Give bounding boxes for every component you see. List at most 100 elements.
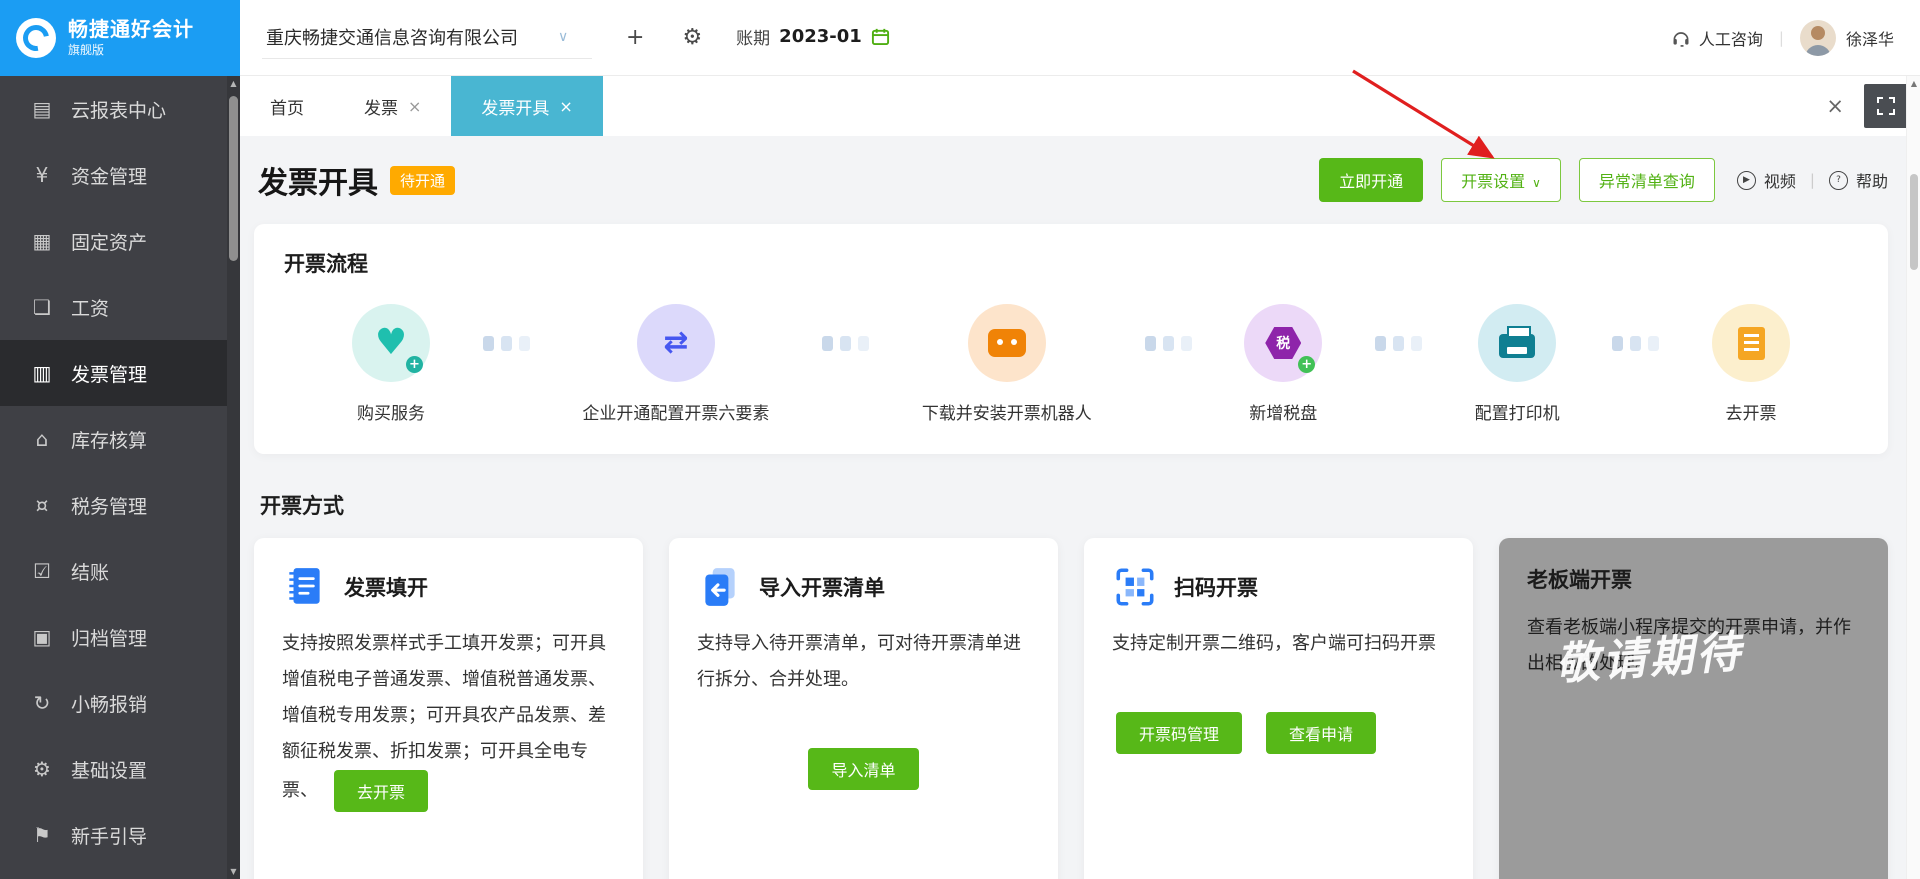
company-name: 重庆畅捷交通信息咨询有限公司 bbox=[266, 28, 518, 49]
add-account-set-button[interactable]: + bbox=[622, 23, 648, 52]
sidebar-item-payroll[interactable]: ❏ 工资 bbox=[0, 274, 240, 340]
calendar-icon bbox=[871, 28, 889, 46]
headset-icon bbox=[1673, 31, 1689, 47]
flow-step-configure-elements[interactable]: ⇄ 企业开通配置开票六要素 bbox=[582, 304, 769, 424]
card-desc: 查看老板端小程序提交的开票申请，并作出相应的处理。 bbox=[1527, 617, 1851, 674]
toolbar-divider: | bbox=[1809, 171, 1815, 189]
activate-now-button[interactable]: 立即开通 bbox=[1319, 158, 1424, 202]
accounting-period-selector[interactable]: 账期 2023-01 bbox=[736, 24, 890, 51]
building-icon: ▦ bbox=[32, 229, 52, 253]
method-card-invoice-fill: 发票填开 支持按照发票样式手工填开发票；可开具增值税电子普通发票、增值税普通发票… bbox=[254, 538, 643, 879]
user-menu[interactable]: 徐泽华 bbox=[1799, 19, 1894, 56]
sidebar: ▤ 云报表中心 ¥ 资金管理 ▦ 固定资产 ❏ 工资 ▥ 发票管理 ⌂ 库存核算 ¤ 税务管理… bbox=[0, 76, 240, 879]
status-badge: 待开通 bbox=[390, 165, 456, 195]
user-name: 徐泽华 bbox=[1845, 29, 1894, 49]
scroll-down-icon[interactable]: ▼ bbox=[227, 867, 240, 876]
sidebar-item-closing[interactable]: ☑ 结账 bbox=[0, 538, 240, 604]
flow-title: 开票流程 bbox=[284, 252, 368, 276]
view-requests-button[interactable]: 查看申请 bbox=[1266, 712, 1377, 754]
gear-icon: ⚙ bbox=[33, 757, 51, 781]
company-selector[interactable]: 重庆畅捷交通信息咨询有限公司 ∨ bbox=[262, 16, 592, 59]
sidebar-item-inventory[interactable]: ⌂ 库存核算 bbox=[0, 406, 240, 472]
qr-code-manage-button[interactable]: 开票码管理 bbox=[1116, 712, 1243, 754]
invoice-icon: ▥ bbox=[32, 361, 52, 385]
flow-step-configure-printer[interactable]: 配置打印机 bbox=[1475, 304, 1560, 424]
period-value: 2023-01 bbox=[779, 26, 862, 47]
main-scrollbar-thumb[interactable] bbox=[1910, 174, 1918, 270]
flow-step-install-robot[interactable]: 下载并安装开票机器人 bbox=[922, 304, 1092, 424]
main-scrollbar[interactable]: ▲ bbox=[1906, 76, 1920, 879]
printer-icon bbox=[1478, 304, 1557, 382]
invoice-fill-icon bbox=[289, 568, 320, 604]
card-desc: 支持定制开票二维码，客户端可扫码开票 bbox=[1112, 633, 1436, 654]
page-content: 发票开具 待开通 立即开通 开票设置 ∨ 异常清单查询 ▶ 视频 | ? 帮助 开票流… bbox=[240, 136, 1920, 879]
sidebar-item-cloud-reports[interactable]: ▤ 云报表中心 bbox=[0, 76, 240, 142]
methods-title: 开票方式 bbox=[260, 494, 344, 518]
sidebar-item-beginner-guide[interactable]: ⚑ 新手引导 bbox=[0, 802, 240, 868]
scroll-up-icon[interactable]: ▲ bbox=[1907, 79, 1920, 88]
avatar bbox=[1799, 19, 1836, 56]
sidebar-item-archive[interactable]: ▣ 归档管理 bbox=[0, 604, 240, 670]
transfer-icon: ⇄ bbox=[636, 304, 715, 382]
video-link[interactable]: ▶ 视频 bbox=[1736, 168, 1796, 192]
sidebar-item-reimbursement[interactable]: ↻ 小畅报销 bbox=[0, 670, 240, 736]
tab-invoice-issuance[interactable]: 发票开具 × bbox=[451, 76, 603, 136]
page-title: 发票开具 bbox=[258, 166, 378, 201]
invoicing-flow-card: 开票流程 ♥ + 购买服务 ⇄ 企业开通配置开票六要素 下载并安装开票机器人 税… bbox=[254, 224, 1888, 454]
money-icon: ¥ bbox=[35, 163, 49, 187]
abnormal-list-button[interactable]: 异常清单查询 bbox=[1578, 158, 1715, 202]
close-all-icon[interactable]: × bbox=[1826, 94, 1844, 118]
tab-home[interactable]: 首页 bbox=[240, 76, 334, 136]
refresh-icon: ↻ bbox=[33, 691, 51, 715]
brand-edition: 旗舰版 bbox=[68, 43, 105, 58]
flow-connector bbox=[1092, 336, 1244, 351]
close-icon[interactable]: × bbox=[559, 97, 572, 116]
invoice-settings-button[interactable]: 开票设置 ∨ bbox=[1441, 158, 1561, 202]
close-icon[interactable]: × bbox=[408, 97, 421, 116]
gear-icon[interactable]: ⚙ bbox=[678, 23, 706, 52]
flow-step-add-tax-disk[interactable]: 税 + 新增税盘 bbox=[1244, 304, 1323, 424]
method-card-qr-invoice: 扫码开票 支持定制开票二维码，客户端可扫码开票 开票码管理 查看申请 bbox=[1084, 538, 1473, 879]
warehouse-icon: ⌂ bbox=[35, 427, 49, 451]
sidebar-scrollbar[interactable]: ▲ ▼ bbox=[227, 76, 240, 879]
import-list-icon bbox=[705, 568, 735, 606]
sidebar-item-fixed-assets[interactable]: ▦ 固定资产 bbox=[0, 208, 240, 274]
archive-icon: ▣ bbox=[32, 625, 52, 649]
qr-scan-icon bbox=[1116, 568, 1154, 606]
sidebar-item-tax[interactable]: ¤ 税务管理 bbox=[0, 472, 240, 538]
support-link[interactable]: 人工咨询 bbox=[1671, 26, 1763, 50]
flow-connector bbox=[769, 336, 921, 351]
chevron-down-icon: ∨ bbox=[558, 29, 569, 45]
receipt-icon bbox=[1712, 304, 1791, 382]
flow-connector bbox=[430, 336, 582, 351]
sidebar-scrollbar-thumb[interactable] bbox=[229, 96, 238, 261]
header-divider: | bbox=[1778, 28, 1784, 47]
tab-bar: 首页 发票 × 发票开具 × × bbox=[240, 76, 1920, 136]
tax-hexagon-icon: 税 + bbox=[1244, 304, 1323, 382]
help-link[interactable]: ? 帮助 bbox=[1828, 168, 1888, 192]
question-icon: ? bbox=[1828, 170, 1848, 190]
coin-icon: ¤ bbox=[35, 493, 49, 517]
support-label: 人工咨询 bbox=[1698, 29, 1763, 49]
brand-logo[interactable]: 畅捷通好会计 旗舰版 bbox=[0, 0, 240, 76]
flow-connector bbox=[1322, 336, 1474, 351]
method-card-import-list: 导入开票清单 支持导入待开票清单，可对待开票清单进行拆分、合并处理。 导入清单 bbox=[669, 538, 1058, 879]
flow-step-buy-service[interactable]: ♥ + 购买服务 bbox=[352, 304, 430, 424]
sidebar-item-invite-users[interactable]: ♦邀请用户 bbox=[0, 868, 240, 879]
sidebar-item-funds[interactable]: ¥ 资金管理 bbox=[0, 142, 240, 208]
chevron-down-icon: ∨ bbox=[1532, 176, 1541, 190]
flow-step-go-invoice[interactable]: 去开票 bbox=[1712, 304, 1791, 424]
top-header: 畅捷通好会计 旗舰版 重庆畅捷交通信息咨询有限公司 ∨ + ⚙ 账期 2023-… bbox=[0, 0, 1920, 76]
sidebar-item-invoice-management[interactable]: ▥ 发票管理 bbox=[0, 340, 240, 406]
chart-icon: ▤ bbox=[32, 97, 52, 121]
scroll-up-icon[interactable]: ▲ bbox=[227, 79, 240, 88]
play-icon: ▶ bbox=[1736, 170, 1756, 190]
tab-invoice[interactable]: 发票 × bbox=[334, 76, 451, 136]
fullscreen-icon[interactable] bbox=[1864, 84, 1908, 128]
sidebar-item-basic-settings[interactable]: ⚙ 基础设置 bbox=[0, 736, 240, 802]
go-invoice-button[interactable]: 去开票 bbox=[334, 770, 429, 812]
period-label: 账期 bbox=[736, 29, 771, 49]
heart-plus-icon: ♥ + bbox=[352, 304, 430, 382]
card-icon: ❏ bbox=[33, 295, 51, 319]
import-list-button[interactable]: 导入清单 bbox=[808, 748, 919, 790]
